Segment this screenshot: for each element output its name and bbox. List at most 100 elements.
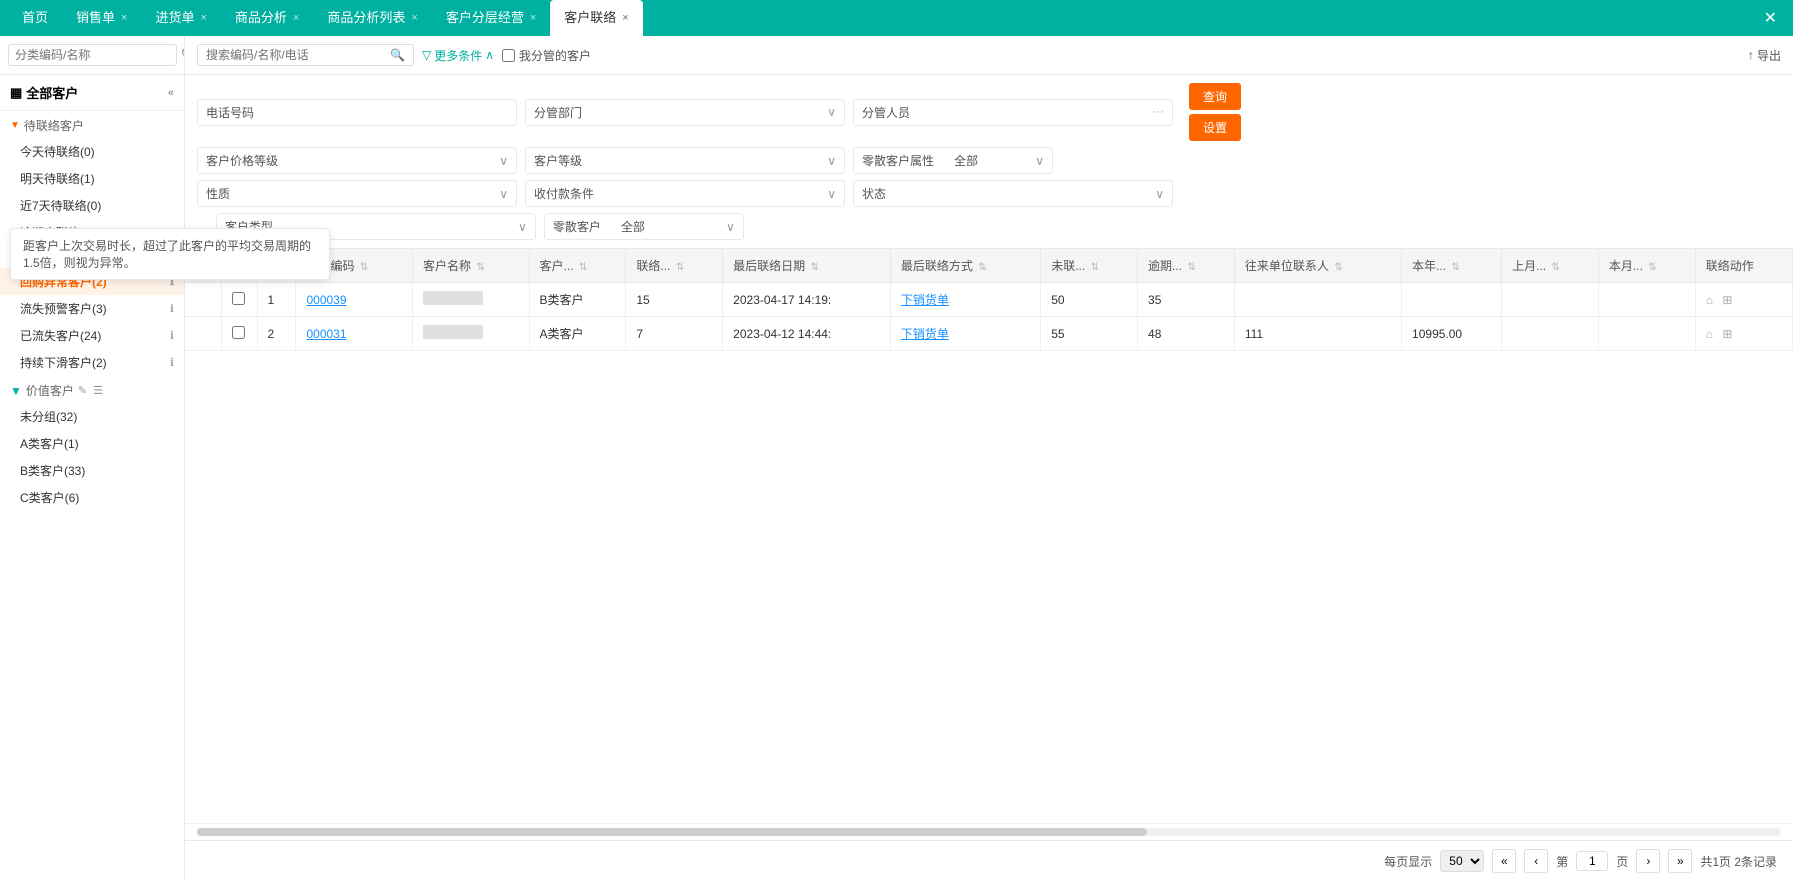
sidebar-item-c-class[interactable]: C类客户(6) [0, 484, 184, 511]
row2-name-blur [423, 325, 483, 339]
query-button[interactable]: 查询 [1189, 83, 1241, 110]
sidebar-item-a-class[interactable]: A类客户(1) [0, 430, 184, 457]
table-row: 2 000031 A类客户 7 2023-04-12 14:44: 下销货单 5… [185, 317, 1793, 351]
row1-name [413, 283, 530, 317]
nav-tab-analysis-list[interactable]: 商品分析列表 × [313, 0, 431, 36]
customer-level-field[interactable]: 客户等级 ∨ [525, 147, 845, 174]
settings-button[interactable]: 设置 [1189, 114, 1241, 141]
row2-action-icon1[interactable]: ⌂ [1706, 327, 1713, 341]
close-analysis-icon[interactable]: × [293, 0, 299, 36]
phone-field[interactable]: 电话号码 [197, 99, 517, 126]
close-customer-tier-icon[interactable]: × [530, 0, 536, 36]
th-last-month[interactable]: 上月... ⇅ [1502, 249, 1599, 283]
sidebar-item-ungroup[interactable]: 未分组(32) [0, 403, 184, 430]
sidebar-item-7days[interactable]: 近7天待联络(0) [0, 192, 184, 219]
th-contact[interactable]: 联络... ⇅ [626, 249, 723, 283]
next-page-button[interactable]: › [1636, 849, 1660, 873]
th-category[interactable]: 客户... ⇅ [529, 249, 626, 283]
filter-search-icon[interactable]: 🔍 [390, 48, 405, 62]
add-group-icon[interactable]: ☰ [93, 384, 103, 397]
sort-overdue-icon: ⇅ [1187, 262, 1195, 273]
th-last-contact-date[interactable]: 最后联络日期 ⇅ [723, 249, 891, 283]
th-overdue[interactable]: 逾期... ⇅ [1138, 249, 1235, 283]
nav-tab-analysis[interactable]: 商品分析 × [221, 0, 313, 36]
retail-attr-field[interactable]: 零散客户属性 全部 ∨ [853, 147, 1053, 174]
horizontal-scrollbar-area [185, 823, 1793, 840]
th-name[interactable]: 客户名称 ⇅ [413, 249, 530, 283]
first-page-button[interactable]: « [1492, 849, 1516, 873]
info-icon-lost-warning: ℹ [170, 302, 174, 315]
sidebar-item-lost-warning[interactable]: 流失预警客户(3) ℹ [0, 295, 184, 322]
th-unit-contact[interactable]: 往来单位联系人 ⇅ [1234, 249, 1401, 283]
row2-last-date: 2023-04-12 14:44: [723, 317, 891, 351]
price-level-field[interactable]: 客户价格等级 ∨ [197, 147, 517, 174]
row2-select-checkbox[interactable] [232, 326, 245, 339]
sidebar-item-lost[interactable]: 已流失客户(24) ℹ [0, 322, 184, 349]
row2-action[interactable]: ⌂ ⊞ [1695, 317, 1792, 351]
nav-tab-customer-tier[interactable]: 客户分层经营 × [432, 0, 550, 36]
sidebar-search-input[interactable] [8, 44, 177, 66]
status-field[interactable]: 状态 ∨ [853, 180, 1173, 207]
row2-action-icon2[interactable]: ⊞ [1722, 327, 1732, 341]
nav-tab-customer-contact[interactable]: 客户联络 × [550, 0, 642, 36]
close-purchase-icon[interactable]: × [200, 0, 206, 36]
filter-more-conditions[interactable]: ▽ 更多条件 ∧ [422, 47, 494, 64]
close-analysis-list-icon[interactable]: × [411, 0, 417, 36]
export-icon: ↑ [1748, 48, 1754, 62]
row1-action[interactable]: ⌂ ⊞ [1695, 283, 1792, 317]
close-salesorder-icon[interactable]: × [121, 0, 127, 36]
sidebar-item-b-class[interactable]: B类客户(33) [0, 457, 184, 484]
row1-action-icon2[interactable]: ⊞ [1722, 293, 1732, 307]
close-customer-contact-icon[interactable]: × [622, 0, 628, 36]
filter-my-customers[interactable]: 我分管的客户 [502, 47, 591, 64]
row1-no: 1 [257, 283, 296, 317]
filter-row-3: 性质 ∨ 收付款条件 ∨ 状态 ∨ [197, 180, 1781, 207]
nav-tab-purchase[interactable]: 进货单 × [141, 0, 220, 36]
filter-row-4: ... 客户类型 ∨ 零散客户 全部 ∨ [197, 213, 1781, 240]
th-this-year[interactable]: 本年... ⇅ [1402, 249, 1502, 283]
sidebar-item-today[interactable]: 今天待联络(0) [0, 138, 184, 165]
row2-code[interactable]: 000031 [296, 317, 413, 351]
row2-last-method[interactable]: 下销货单 [890, 317, 1040, 351]
th-this-month[interactable]: 本月... ⇅ [1598, 249, 1695, 283]
page-input[interactable] [1576, 851, 1608, 871]
per-page-label: 每页显示 [1384, 853, 1432, 870]
per-page-select[interactable]: 50 [1440, 850, 1484, 872]
customer-level-dropdown-icon: ∨ [827, 154, 836, 168]
th-pending[interactable]: 未联... ⇅ [1041, 249, 1138, 283]
row1-checkbox[interactable] [221, 283, 257, 317]
row2-checkbox[interactable] [221, 317, 257, 351]
person-field[interactable]: 分管人员 ··· [853, 99, 1173, 126]
row1-category: B类客户 [529, 283, 626, 317]
th-last-contact-method[interactable]: 最后联络方式 ⇅ [890, 249, 1040, 283]
sidebar-item-tomorrow[interactable]: 明天待联络(1) [0, 165, 184, 192]
person-more-icon[interactable]: ··· [1153, 106, 1164, 118]
sidebar-all-customers[interactable]: ▦ 全部客户 « [0, 75, 184, 111]
horizontal-scrollbar-thumb[interactable] [197, 828, 1147, 836]
gender-field[interactable]: 性质 ∨ [197, 180, 517, 207]
sidebar-collapse-icon[interactable]: « [168, 87, 174, 99]
edit-group-icon[interactable]: ✎ [78, 384, 87, 397]
row1-select-checkbox[interactable] [232, 292, 245, 305]
horizontal-scrollbar-track[interactable] [197, 828, 1781, 836]
nav-tab-salesorder[interactable]: 销售单 × [62, 0, 141, 36]
row1-action-icon1[interactable]: ⌂ [1706, 293, 1713, 307]
pagination-bar: 每页显示 50 « ‹ 第 页 › » 共1页 2条记录 [185, 840, 1793, 881]
sort-this-year-icon: ⇅ [1451, 262, 1459, 273]
retail-customer-field[interactable]: 零散客户 全部 ∨ [544, 213, 744, 240]
window-close-button[interactable]: ✕ [1756, 8, 1785, 28]
row1-code[interactable]: 000039 [296, 283, 413, 317]
export-button[interactable]: ↑ 导出 [1748, 47, 1781, 64]
filter-search-input[interactable] [206, 48, 386, 62]
dept-field[interactable]: 分管部门 ∨ [525, 99, 845, 126]
prev-page-button[interactable]: ‹ [1524, 849, 1548, 873]
row2-no: 2 [257, 317, 296, 351]
row1-last-method[interactable]: 下销货单 [890, 283, 1040, 317]
sidebar-item-declining[interactable]: 持续下滑客户(2) ℹ [0, 349, 184, 376]
table-row: 1 000039 B类客户 15 2023-04-17 14:19: 下销货单 … [185, 283, 1793, 317]
row2-this-year: 10995.00 [1402, 317, 1502, 351]
my-customers-checkbox[interactable] [502, 49, 515, 62]
pay-terms-field[interactable]: 收付款条件 ∨ [525, 180, 845, 207]
last-page-button[interactable]: » [1668, 849, 1692, 873]
nav-home[interactable]: 首页 [8, 0, 62, 36]
